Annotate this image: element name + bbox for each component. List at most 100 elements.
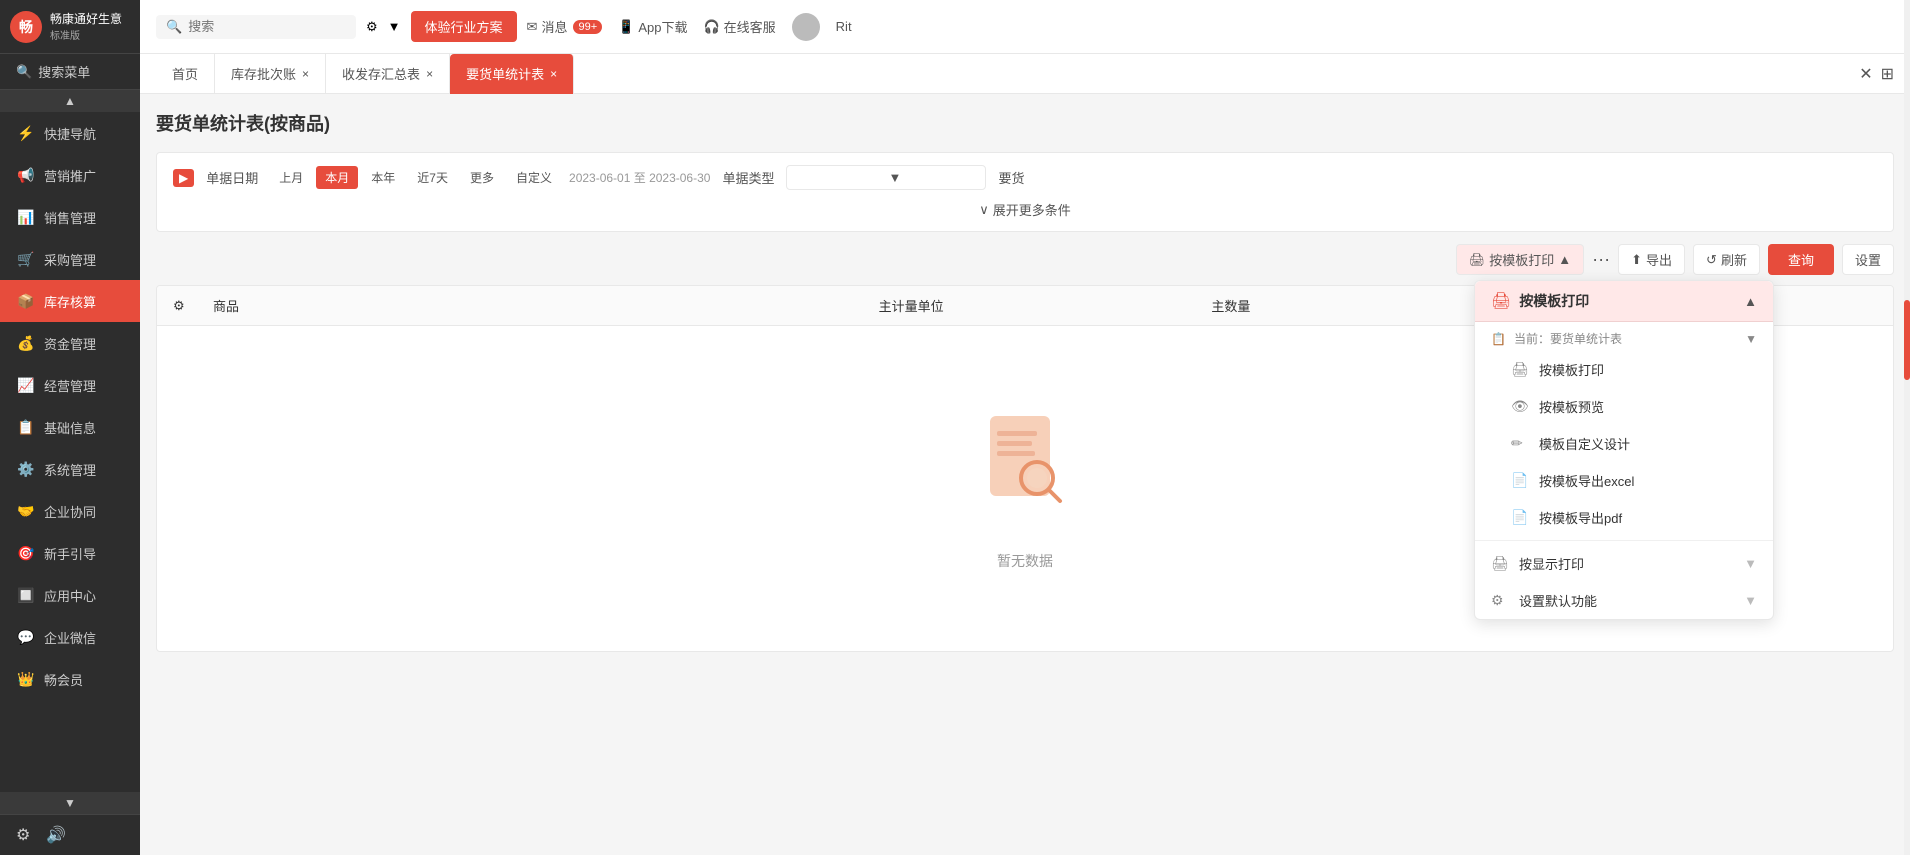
tab-inventory-batch-label: 库存批次账	[231, 64, 296, 83]
filter-row: ▶ 单据日期 上月 本月 本年 近7天 更多 自定义 2023-06-01 至 …	[173, 165, 1877, 190]
tab-home[interactable]: 首页	[156, 54, 215, 94]
guide-icon: 🎯	[16, 543, 36, 563]
tabs-bar: 首页 库存批次账 × 收发存汇总表 × 要货单统计表 × ✕ ⊞	[140, 54, 1910, 94]
template-print-arrow: ▲	[1558, 252, 1571, 267]
sidebar-item-label: 应用中心	[44, 586, 96, 605]
tab-inventory-batch-close[interactable]: ×	[302, 67, 309, 81]
template-custom-icon: ✏	[1511, 435, 1529, 452]
date-btn-last-month[interactable]: 上月	[270, 166, 312, 189]
dropdown-item-template-pdf[interactable]: 📄 按模板导出pdf	[1475, 499, 1773, 536]
th-unit: 主计量单位	[879, 296, 1212, 315]
dropdown-item-template-preview[interactable]: 👁 按模板预览	[1475, 388, 1773, 425]
type-filter-select[interactable]: ▼	[786, 165, 986, 190]
filter-toggle[interactable]: ▶	[173, 169, 194, 187]
template-print-label: 按模板打印	[1489, 250, 1554, 269]
experience-button[interactable]: 体验行业方案	[411, 11, 517, 42]
sidebar-item-purchase[interactable]: 🛒 采购管理	[0, 238, 140, 280]
sidebar-item-basic[interactable]: 📋 基础信息	[0, 406, 140, 448]
avatar[interactable]	[792, 13, 820, 41]
basic-icon: 📋	[16, 417, 36, 437]
dropdown-item-template-custom[interactable]: ✏ 模板自定义设计	[1475, 425, 1773, 462]
member-icon: 👑	[16, 669, 36, 689]
date-buttons: 上月 本月 本年 近7天 更多 自定义 2023-06-01 至 2023-06…	[270, 166, 710, 189]
sidebar-item-label: 采购管理	[44, 250, 96, 269]
topbar-search-box[interactable]: 🔍	[156, 15, 356, 39]
th-settings[interactable]: ⚙	[173, 298, 213, 314]
expand-button[interactable]: ∨ 展开更多条件	[979, 200, 1071, 219]
dropdown-close-arrow[interactable]: ▲	[1744, 294, 1757, 309]
date-btn-this-year[interactable]: 本年	[362, 166, 404, 189]
th-goods: 商品	[213, 296, 879, 315]
tab-expand-icon[interactable]: ⊞	[1881, 64, 1894, 84]
tab-order-stats[interactable]: 要货单统计表 ×	[450, 54, 574, 94]
template-print-button[interactable]: 🖨 按模板打印 ▲	[1456, 244, 1584, 275]
export-button[interactable]: ⬆ 导出	[1618, 244, 1685, 275]
app-download-button[interactable]: 📱 App下载	[618, 17, 687, 36]
dropdown-item-template-print[interactable]: 🖨 按模板打印	[1475, 351, 1773, 388]
sidebar-search[interactable]: 🔍 搜索菜单	[0, 54, 140, 90]
sidebar-item-operation[interactable]: 📈 经营管理	[0, 364, 140, 406]
template-print-item-label: 按模板打印	[1539, 360, 1604, 379]
speaker-icon[interactable]: 🔊	[46, 825, 66, 845]
settings-icon[interactable]: ⚙	[16, 825, 30, 845]
sidebar-item-sales[interactable]: 📊 销售管理	[0, 196, 140, 238]
empty-illustration	[975, 406, 1075, 535]
apps-icon: 🔲	[16, 585, 36, 605]
finance-icon: 💰	[16, 333, 36, 353]
sidebar-item-label: 销售管理	[44, 208, 96, 227]
refresh-label: 刷新	[1721, 250, 1747, 269]
refresh-button[interactable]: ↺ 刷新	[1693, 244, 1760, 275]
query-button[interactable]: 查询	[1768, 244, 1834, 275]
set-default-icon: ⚙	[1491, 592, 1509, 609]
date-btn-7days[interactable]: 近7天	[408, 166, 457, 189]
tab-collection-summary-label: 收发存汇总表	[342, 64, 420, 83]
display-print-arrow: ▼	[1744, 556, 1757, 571]
sidebar-item-label: 快捷导航	[44, 124, 96, 143]
app-name: 畅康通好生意	[50, 11, 122, 28]
sidebar-item-member[interactable]: 👑 畅会员	[0, 658, 140, 700]
template-preview-label: 按模板预览	[1539, 397, 1604, 416]
sidebar-item-finance[interactable]: 💰 资金管理	[0, 322, 140, 364]
tab-collapse-icon[interactable]: ✕	[1859, 64, 1872, 84]
topbar-dropdown-icon[interactable]: ▼	[388, 19, 401, 34]
date-btn-more[interactable]: 更多	[461, 166, 503, 189]
date-btn-this-month[interactable]: 本月	[316, 166, 358, 189]
sidebar-item-label: 经营管理	[44, 376, 96, 395]
tab-inventory-batch[interactable]: 库存批次账 ×	[215, 54, 326, 94]
search-label: 搜索菜单	[38, 62, 90, 81]
main-area: 🔍 ⚙ ▼ 体验行业方案 ✉ 消息 99+ 📱 App下载 🎧 在线客服 Rit	[140, 0, 1910, 855]
more-options[interactable]: ···	[1592, 249, 1610, 270]
date-btn-custom[interactable]: 自定义	[507, 166, 561, 189]
sidebar-item-corp[interactable]: 🤝 企业协同	[0, 490, 140, 532]
dropdown-item-template-excel[interactable]: 📄 按模板导出excel	[1475, 462, 1773, 499]
sidebar-item-inventory[interactable]: 📦 库存核算	[0, 280, 140, 322]
topbar-gear-icon[interactable]: ⚙	[366, 19, 378, 35]
settings-button[interactable]: 设置	[1842, 244, 1894, 275]
sidebar-item-marketing[interactable]: 📢 营销推广	[0, 154, 140, 196]
sidebar-scroll-down[interactable]: ▼	[0, 792, 140, 814]
quick-nav-icon: ⚡	[16, 123, 36, 143]
current-template-text: 当前：要货单统计表	[1514, 330, 1622, 347]
sidebar-item-guide[interactable]: 🎯 新手引导	[0, 532, 140, 574]
expand-label: 展开更多条件	[993, 200, 1071, 219]
dropdown-item-set-default[interactable]: ⚙ 设置默认功能 ▼	[1475, 582, 1773, 619]
sidebar-bottom: ⚙ 🔊	[0, 814, 140, 855]
current-template-arrow: ▼	[1745, 332, 1757, 346]
dropdown-item-display-print[interactable]: 🖨 按显示打印 ▼	[1475, 545, 1773, 582]
sidebar-scroll-up[interactable]: ▲	[0, 90, 140, 112]
sidebar-item-wechat[interactable]: 💬 企业微信	[0, 616, 140, 658]
wechat-icon: 💬	[16, 627, 36, 647]
sidebar-item-apps[interactable]: 🔲 应用中心	[0, 574, 140, 616]
expand-row: ∨ 展开更多条件	[173, 200, 1877, 219]
system-icon: ⚙️	[16, 459, 36, 479]
sidebar-item-quick-nav[interactable]: ⚡ 快捷导航	[0, 112, 140, 154]
online-service-button[interactable]: 🎧 在线客服	[703, 17, 775, 36]
tab-collection-summary-close[interactable]: ×	[426, 67, 433, 81]
page-content: 要货单统计表(按商品) ▶ 单据日期 上月 本月 本年 近7天 更多 自定义 2…	[140, 94, 1910, 855]
sidebar-item-system[interactable]: ⚙️ 系统管理	[0, 448, 140, 490]
topbar-search-input[interactable]	[188, 19, 328, 34]
right-scrollbar[interactable]	[1904, 0, 1910, 855]
tab-order-stats-close[interactable]: ×	[550, 67, 557, 81]
message-button[interactable]: ✉ 消息 99+	[527, 17, 603, 36]
tab-collection-summary[interactable]: 收发存汇总表 ×	[326, 54, 450, 94]
